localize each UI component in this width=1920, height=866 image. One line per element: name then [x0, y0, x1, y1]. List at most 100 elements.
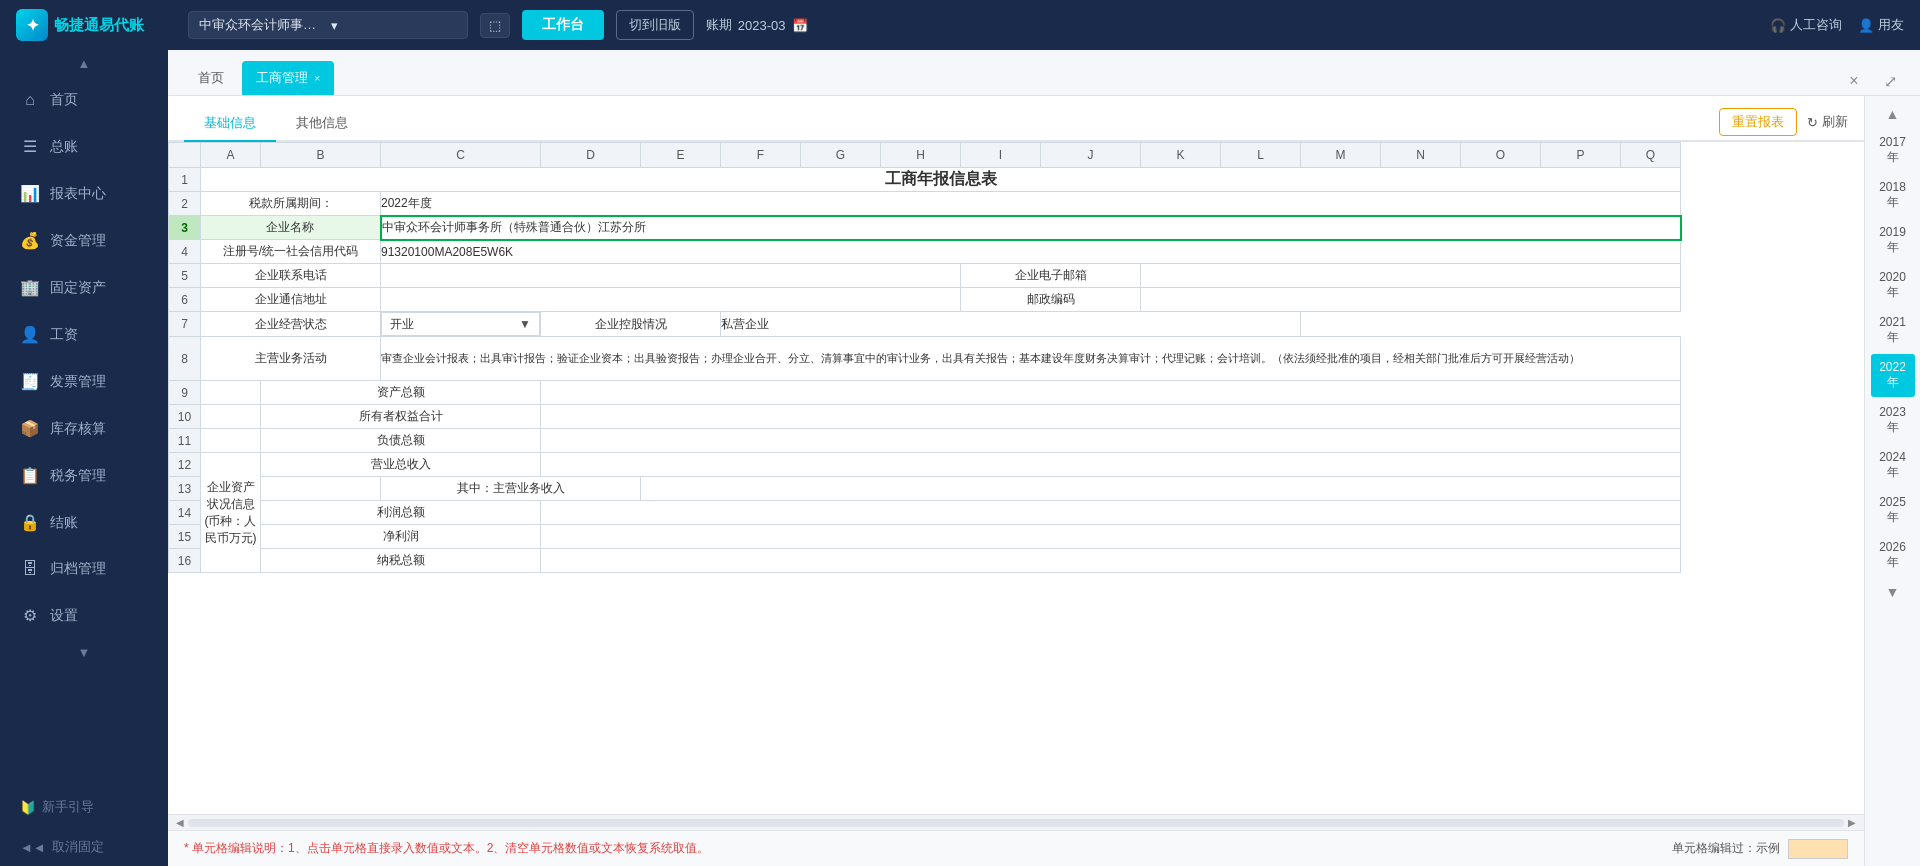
cell-12-value[interactable]	[541, 453, 1681, 477]
sidebar-item-archive[interactable]: 🗄 归档管理	[0, 546, 168, 592]
sidebar-label-archive: 归档管理	[50, 560, 106, 578]
col-header-a[interactable]: A	[201, 143, 261, 168]
year-2020[interactable]: 2020年	[1871, 264, 1915, 307]
workbench-button[interactable]: 工作台	[522, 10, 604, 40]
col-header-j[interactable]: J	[1041, 143, 1141, 168]
sidebar-item-closing[interactable]: 🔒 结账	[0, 499, 168, 546]
year-2026[interactable]: 2026年	[1871, 534, 1915, 577]
col-header-m[interactable]: M	[1301, 143, 1381, 168]
sidebar-scroll-up[interactable]: ▲	[0, 50, 168, 77]
sidebar-item-report-center[interactable]: 📊 报表中心	[0, 170, 168, 217]
reset-report-button[interactable]: 重置报表	[1719, 108, 1797, 136]
cell-4-value[interactable]: 91320100MA208E5W6K	[381, 240, 1681, 264]
horizontal-scrollbar[interactable]: ◀ ▶	[168, 814, 1864, 830]
cell-6-value2[interactable]	[1141, 288, 1681, 312]
cell-9-group	[201, 381, 261, 405]
year-2019[interactable]: 2019年	[1871, 219, 1915, 262]
cell-9-value[interactable]	[541, 381, 1681, 405]
sidebar-label-closing: 结账	[50, 514, 78, 532]
sidebar-scroll-down[interactable]: ▼	[0, 639, 168, 666]
year-2022[interactable]: 2022年	[1871, 354, 1915, 397]
row-num-9: 9	[169, 381, 201, 405]
sidebar-item-inventory[interactable]: 📦 库存核算	[0, 405, 168, 452]
cell-6-value1[interactable]	[381, 288, 961, 312]
col-header-d[interactable]: D	[541, 143, 641, 168]
calendar-icon[interactable]: 📅	[792, 18, 808, 33]
col-header-e[interactable]: E	[641, 143, 721, 168]
cell-14-label: 利润总额	[261, 501, 541, 525]
cell-title[interactable]: 工商年报信息表	[201, 168, 1681, 192]
scroll-right-button[interactable]: ▶	[1844, 815, 1860, 831]
col-header-q[interactable]: Q	[1621, 143, 1681, 168]
cell-14-value[interactable]	[541, 501, 1681, 525]
service-label: 人工咨询	[1790, 16, 1842, 34]
tab-business-management[interactable]: 工商管理 ×	[242, 61, 334, 95]
col-header-k[interactable]: K	[1141, 143, 1221, 168]
cell-10-value[interactable]	[541, 405, 1681, 429]
cancel-fixed[interactable]: ◄◄ 取消固定	[0, 828, 168, 866]
sidebar-item-settings[interactable]: ⚙ 设置	[0, 592, 168, 639]
user-button[interactable]: 👤 用友	[1858, 16, 1904, 34]
edit-hint: * 单元格编辑说明：1、点击单元格直接录入数值或文本。2、清空单元格数值或文本恢…	[184, 840, 709, 857]
sidebar-item-fixed-assets[interactable]: 🏢 固定资产	[0, 264, 168, 311]
cell-5-value1[interactable]	[381, 264, 961, 288]
cell-3-value[interactable]: 中审众环会计师事务所（特殊普通合伙）江苏分所	[381, 216, 1681, 240]
col-header-n[interactable]: N	[1381, 143, 1461, 168]
service-button[interactable]: 🎧 人工咨询	[1770, 16, 1842, 34]
cell-5-value2[interactable]	[1141, 264, 1681, 288]
sub-tab-basic[interactable]: 基础信息	[184, 108, 276, 142]
cell-11-value[interactable]	[541, 429, 1681, 453]
sub-tabs: 基础信息 其他信息 重置报表 ↻ 刷新	[168, 96, 1864, 142]
sub-tab-other[interactable]: 其他信息	[276, 108, 368, 142]
col-header-i[interactable]: I	[961, 143, 1041, 168]
spreadsheet-container[interactable]: A B C D E F G H I J K L	[168, 142, 1864, 814]
period-value: 2023-03	[738, 18, 786, 33]
cell-2-value[interactable]: 2022年度	[381, 192, 1681, 216]
year-2023[interactable]: 2023年	[1871, 399, 1915, 442]
col-header-l[interactable]: L	[1221, 143, 1301, 168]
sidebar-item-general-ledger[interactable]: ☰ 总账	[0, 123, 168, 170]
year-2024[interactable]: 2024年	[1871, 444, 1915, 487]
sidebar-item-fund-management[interactable]: 💰 资金管理	[0, 217, 168, 264]
year-scroll-up[interactable]: ▲	[1873, 100, 1913, 128]
scroll-track[interactable]	[188, 819, 1844, 827]
col-header-o[interactable]: O	[1461, 143, 1541, 168]
close-icon[interactable]: ×	[1840, 67, 1868, 95]
tab-close-icon[interactable]: ×	[314, 72, 320, 84]
cell-7-value2[interactable]: 私营企业	[721, 312, 1301, 337]
sidebar-item-tax[interactable]: 📋 税务管理	[0, 452, 168, 499]
sidebar-item-invoice[interactable]: 🧾 发票管理	[0, 358, 168, 405]
sidebar-item-payroll[interactable]: 👤 工资	[0, 311, 168, 358]
year-2018[interactable]: 2018年	[1871, 174, 1915, 217]
company-selector[interactable]: 中审众环会计师事务所（特殊普通合伙...） ▾	[188, 11, 468, 39]
scroll-left-button[interactable]: ◀	[172, 815, 188, 831]
year-2025[interactable]: 2025年	[1871, 489, 1915, 532]
company-name: 中审众环会计师事务所（特殊普通合伙...）	[199, 16, 325, 34]
year-2017[interactable]: 2017年	[1871, 129, 1915, 172]
cell-10-group	[201, 405, 261, 429]
invoice-icon: 🧾	[20, 372, 40, 391]
row-14: 14 利润总额	[169, 501, 1681, 525]
tab-home[interactable]: 首页	[184, 61, 238, 95]
col-header-p[interactable]: P	[1541, 143, 1621, 168]
col-header-h[interactable]: H	[881, 143, 961, 168]
col-header-c[interactable]: C	[381, 143, 541, 168]
cell-13-value[interactable]	[641, 477, 1681, 501]
col-header-b[interactable]: B	[261, 143, 381, 168]
cell-8-value[interactable]: 审查企业会计报表；出具审计报告；验证企业资本；出具验资报告；办理企业合开、分立、…	[381, 337, 1681, 381]
sidebar-label-home: 首页	[50, 91, 78, 109]
old-version-button[interactable]: 切到旧版	[616, 10, 694, 40]
refresh-button[interactable]: ↻ 刷新	[1807, 113, 1848, 131]
cell-15-value[interactable]	[541, 525, 1681, 549]
cell-2-label: 税款所属期间：	[201, 192, 381, 216]
copy-button[interactable]: ⬚	[480, 13, 510, 38]
year-2021[interactable]: 2021年	[1871, 309, 1915, 352]
cell-16-value[interactable]	[541, 549, 1681, 573]
col-header-f[interactable]: F	[721, 143, 801, 168]
col-header-g[interactable]: G	[801, 143, 881, 168]
cell-7-value1[interactable]: 开业▼	[381, 312, 540, 336]
new-guide[interactable]: 🔰 新手引导	[0, 786, 168, 828]
sidebar-item-home[interactable]: ⌂ 首页	[0, 77, 168, 123]
resize-icon[interactable]: ⤢	[1876, 67, 1904, 95]
year-scroll-down[interactable]: ▼	[1873, 578, 1913, 606]
